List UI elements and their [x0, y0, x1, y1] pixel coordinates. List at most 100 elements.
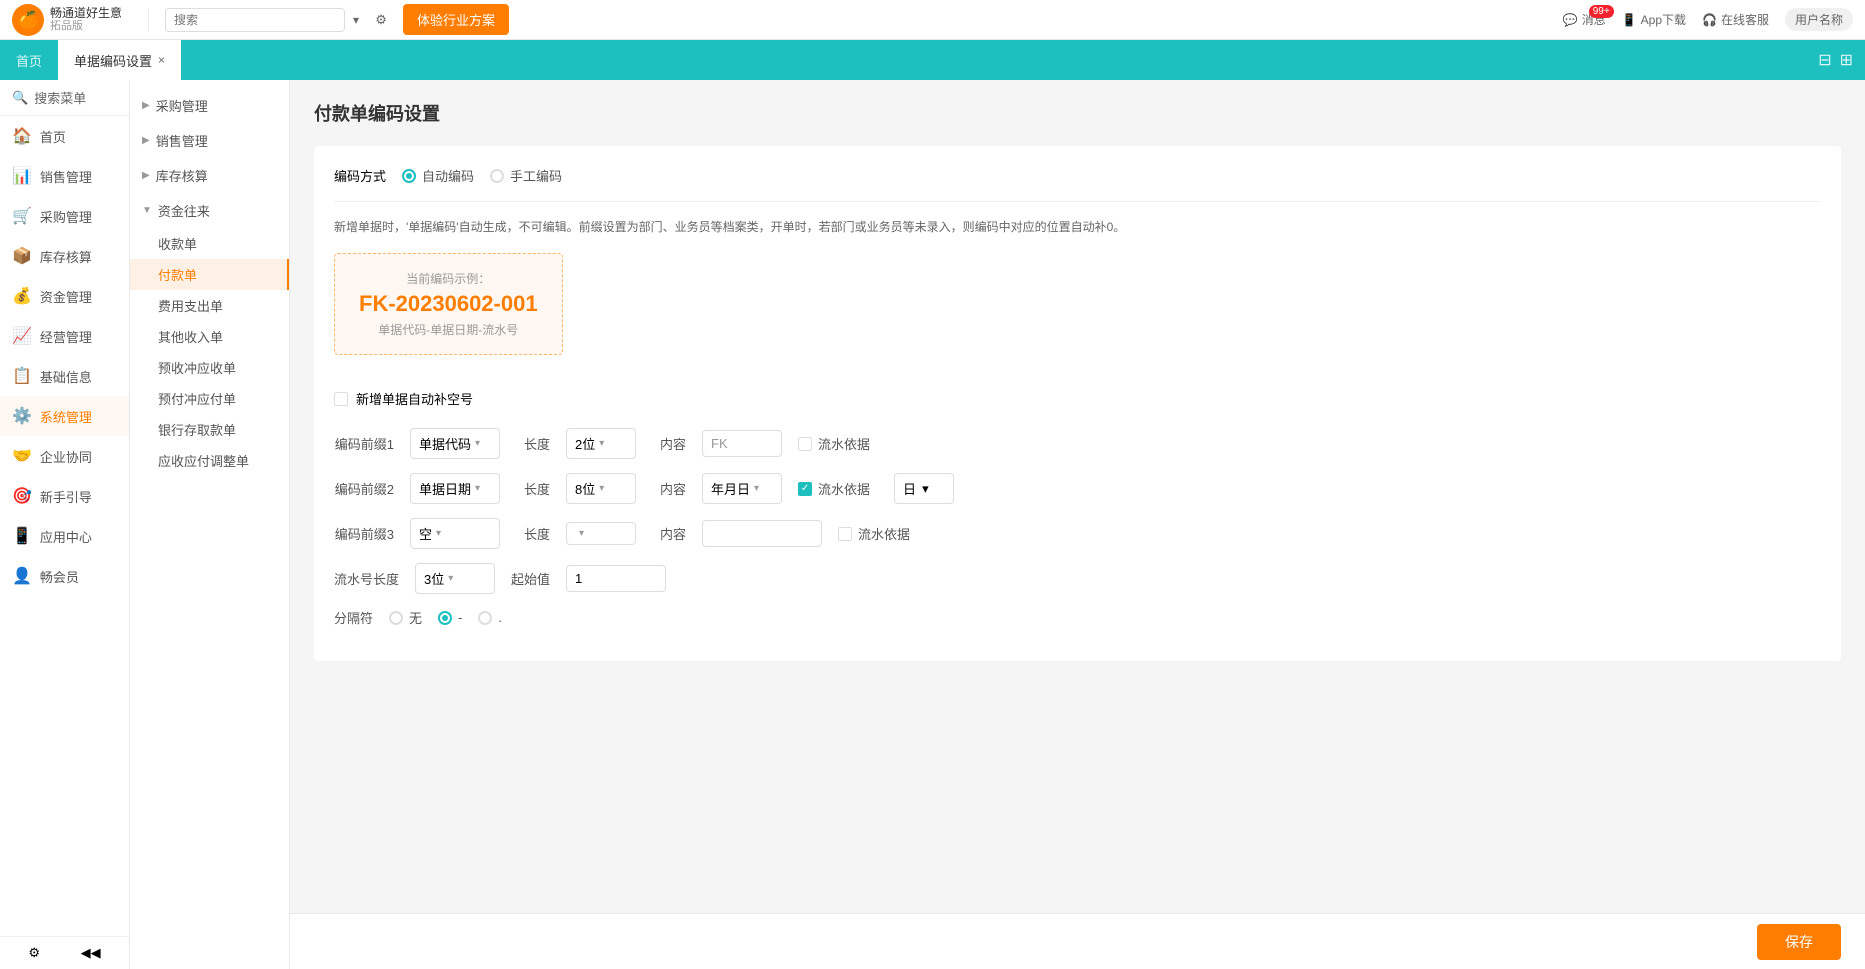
menu-child-pre-receipt[interactable]: 预收冲应收单 [130, 352, 289, 383]
length1-label: 长度 [524, 434, 550, 453]
length1-select[interactable]: 2位 ▾ [566, 428, 636, 459]
app-download-button[interactable]: 📱 App下载 [1622, 11, 1686, 28]
sep-none-option[interactable]: 无 [389, 608, 422, 627]
minimize-icon[interactable]: ⊟ [1818, 50, 1831, 70]
menu-child-payment[interactable]: 付款单 [130, 259, 289, 290]
length2-select[interactable]: 8位 ▾ [566, 473, 636, 504]
start-value-input[interactable] [566, 565, 666, 592]
service-button[interactable]: 🎧 在线客服 [1702, 11, 1769, 28]
day-arrow-icon: ▾ [922, 481, 929, 497]
auto-encoding-option[interactable]: 自动编码 [402, 166, 474, 185]
arrow-icon: ▶ [142, 100, 150, 111]
module-dropdown[interactable]: ▾ [353, 13, 359, 27]
auto-fill-row: 新增单据自动补空号 [334, 389, 1821, 408]
serial3-checkbox[interactable] [838, 527, 852, 541]
prefix3-row: 编码前缀3 空 ▾ 长度 ▾ 内容 [334, 518, 1821, 549]
menu-child-receipt[interactable]: 收款单 [130, 228, 289, 259]
sep-dot-radio[interactable] [478, 611, 492, 625]
menu-group-inventory[interactable]: ▶ 库存核算 [130, 158, 289, 193]
length3-select[interactable]: ▾ [566, 522, 636, 545]
tab-close-icon[interactable]: × [158, 53, 165, 67]
collapse-icon[interactable]: ◀◀ [81, 945, 101, 961]
menu-child-ar-ap[interactable]: 应收应付调整单 [130, 445, 289, 476]
prefix3-label: 编码前缀3 [334, 524, 394, 543]
content2-select[interactable]: 年月日 ▾ [702, 473, 782, 504]
prefix2-arrow-icon: ▾ [475, 483, 480, 494]
serial-number-row: 流水号长度 3位 ▾ 起始值 [334, 563, 1821, 594]
sidebar-item-sales[interactable]: 📊 销售管理 [0, 156, 129, 196]
settings-icon[interactable]: ⚙ [367, 6, 395, 34]
user-menu[interactable]: 用户名称 [1785, 8, 1853, 31]
sidebar-item-inventory[interactable]: 📦 库存核算 [0, 236, 129, 276]
sep-dash-radio[interactable] [438, 611, 452, 625]
prefix2-select[interactable]: 单据日期 ▾ [410, 473, 500, 504]
basics-icon: 📋 [12, 366, 32, 386]
vip-icon: 👤 [12, 566, 32, 586]
trial-button[interactable]: 体验行业方案 [403, 4, 509, 35]
sidebar-item-vip[interactable]: 👤 畅会员 [0, 556, 129, 596]
search-input[interactable] [165, 8, 345, 32]
length2-label: 长度 [524, 479, 550, 498]
content2-arrow-icon: ▾ [754, 483, 759, 494]
sidebar-item-finance[interactable]: 💰 资金管理 [0, 276, 129, 316]
length1-arrow-icon: ▾ [599, 438, 604, 449]
menu-group-sales[interactable]: ▶ 销售管理 [130, 123, 289, 158]
message-button[interactable]: 💬 消息 99+ [1563, 11, 1606, 28]
apps-icon: 📱 [12, 526, 32, 546]
arrow-icon: ▶ [142, 170, 150, 181]
sep-dash-option[interactable]: - [438, 610, 462, 625]
day-select[interactable]: 日 ▾ [894, 473, 954, 504]
menu-group-capital[interactable]: ▼ 资金往来 收款单 付款单 费用支出单 其他收入单 预收冲应收单 预付冲应付单… [130, 193, 289, 476]
sales-icon: 📊 [12, 166, 32, 186]
prefix2-row: 编码前缀2 单据日期 ▾ 长度 8位 ▾ 内容 年月日 [334, 473, 1821, 504]
menu-child-expense[interactable]: 费用支出单 [130, 290, 289, 321]
serial2-checkbox[interactable]: ✓ [798, 482, 812, 496]
code-preview-value: FK-20230602-001 [359, 291, 538, 317]
sidebar-item-system[interactable]: ⚙️ 系统管理 [0, 396, 129, 436]
search-icon: 🔍 [12, 90, 28, 106]
sep-dot-option[interactable]: . [478, 610, 502, 625]
logo-text: 畅通道好生意 拓品版 [50, 6, 122, 34]
menu-child-bank[interactable]: 银行存取款单 [130, 414, 289, 445]
auto-fill-label: 新增单据自动补空号 [356, 389, 473, 408]
tab-home[interactable]: 首页 [0, 40, 58, 80]
length3-arrow-icon: ▾ [579, 528, 584, 539]
manual-encoding-radio[interactable] [490, 169, 504, 183]
sidebar-search[interactable]: 🔍 搜索菜单 [0, 80, 129, 116]
topbar: 🍊 畅通道好生意 拓品版 ▾ ⚙ 体验行业方案 💬 消息 99+ 📱 App下载… [0, 0, 1865, 40]
menu-child-other-income[interactable]: 其他收入单 [130, 321, 289, 352]
menu-group-purchase[interactable]: ▶ 采购管理 [130, 88, 289, 123]
finance-icon: 💰 [12, 286, 32, 306]
auto-fill-checkbox[interactable] [334, 392, 348, 406]
menu-child-pre-payment[interactable]: 预付冲应付单 [130, 383, 289, 414]
save-button[interactable]: 保存 [1757, 924, 1841, 960]
menu-tree: ▶ 采购管理 ▶ 销售管理 ▶ 库存核算 ▼ 资金往来 [130, 80, 290, 969]
length3-label: 长度 [524, 524, 550, 543]
tabbar-actions: ⊟ ⊞ [1818, 50, 1865, 70]
inventory-icon: 📦 [12, 246, 32, 266]
separator-row: 分隔符 无 - . [334, 608, 1821, 627]
sidebar-item-operations[interactable]: 📈 经营管理 [0, 316, 129, 356]
sidebar-item-guide[interactable]: 🎯 新手引导 [0, 476, 129, 516]
auto-encoding-radio[interactable] [402, 169, 416, 183]
content1-input[interactable] [702, 430, 782, 457]
maximize-icon[interactable]: ⊞ [1840, 50, 1853, 70]
sidebar-item-home[interactable]: 🏠 首页 [0, 116, 129, 156]
sidebar-item-enterprise[interactable]: 🤝 企业协同 [0, 436, 129, 476]
content3-input[interactable] [702, 520, 822, 547]
serial-length-select[interactable]: 3位 ▾ [415, 563, 495, 594]
sidebar-item-apps[interactable]: 📱 应用中心 [0, 516, 129, 556]
tab-encoding-settings[interactable]: 单据编码设置 × [58, 40, 181, 80]
settings-bottom-icon[interactable]: ⚙ [28, 945, 40, 961]
footer: 保存 [290, 913, 1865, 969]
sep-none-radio[interactable] [389, 611, 403, 625]
prefix2-label: 编码前缀2 [334, 479, 394, 498]
sidebar-item-purchase[interactable]: 🛒 采购管理 [0, 196, 129, 236]
enterprise-icon: 🤝 [12, 446, 32, 466]
settings-card: 编码方式 自动编码 手工编码 新增单据时，'单据编码'自动生成，不可编辑。前缀设… [314, 146, 1841, 661]
prefix1-select[interactable]: 单据代码 ▾ [410, 428, 500, 459]
prefix3-select[interactable]: 空 ▾ [410, 518, 500, 549]
sidebar-item-basics[interactable]: 📋 基础信息 [0, 356, 129, 396]
manual-encoding-option[interactable]: 手工编码 [490, 166, 562, 185]
serial1-checkbox[interactable] [798, 437, 812, 451]
